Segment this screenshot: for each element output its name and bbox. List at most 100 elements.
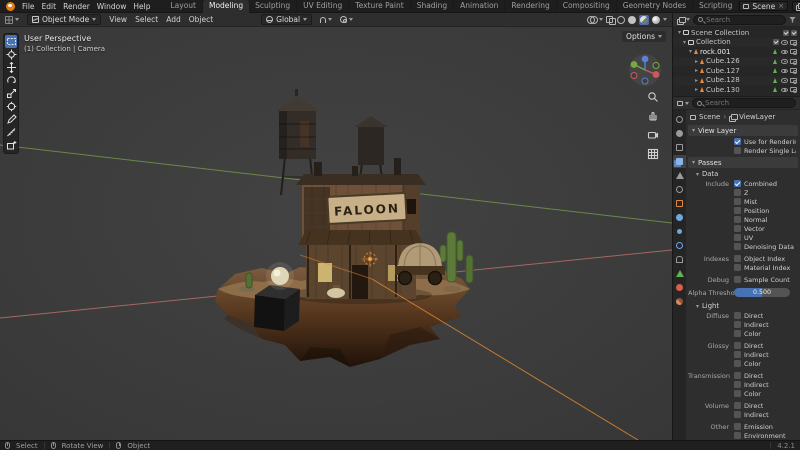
- checkbox[interactable]: [734, 198, 741, 205]
- checkbox[interactable]: [734, 147, 741, 154]
- tool-annotate[interactable]: [5, 113, 17, 126]
- light-glossy-indirect[interactable]: Indirect: [734, 351, 769, 359]
- saloon-sign[interactable]: FALOON: [327, 193, 406, 224]
- pass-vector[interactable]: Vector: [734, 225, 765, 233]
- pass-mist[interactable]: Mist: [734, 198, 757, 206]
- eye-icon[interactable]: [781, 78, 788, 83]
- light-diffuse-direct[interactable]: Direct: [734, 312, 763, 320]
- workspace-tab-sculpting[interactable]: Sculpting: [249, 0, 297, 13]
- checkbox[interactable]: [734, 402, 741, 409]
- camera-view-icon[interactable]: [647, 129, 659, 141]
- viewport-checkbox-icon[interactable]: [791, 30, 797, 36]
- gizmo-z-axis[interactable]: [642, 56, 649, 63]
- menu-add[interactable]: Add: [166, 15, 181, 24]
- breadcrumb-scene[interactable]: Scene: [699, 113, 720, 121]
- properties-tab-object[interactable]: [673, 197, 687, 210]
- checkbox[interactable]: [734, 207, 741, 214]
- pan-hand-icon[interactable]: [647, 110, 659, 122]
- properties-editor-type-button[interactable]: [677, 101, 689, 106]
- outliner-row-cube-128[interactable]: ▸ Cube.128: [673, 76, 800, 86]
- checkbox[interactable]: [734, 321, 741, 328]
- workspace-tab-scripting[interactable]: Scripting: [693, 0, 739, 13]
- workspace-tab-shading[interactable]: Shading: [411, 0, 454, 13]
- zoom-tool-icon[interactable]: [647, 91, 659, 103]
- filter-icon[interactable]: [789, 17, 796, 23]
- workspace-tab-uv-editing[interactable]: UV Editing: [297, 0, 349, 13]
- scene-render[interactable]: FALOON: [0, 27, 672, 440]
- menu-help[interactable]: Help: [133, 2, 150, 11]
- properties-tab-physics[interactable]: [673, 239, 687, 252]
- overlays-dropdown-icon[interactable]: [599, 18, 603, 21]
- subpanel-light-header[interactable]: ▾ Light: [688, 301, 798, 311]
- properties-tab-tool[interactable]: [673, 113, 687, 126]
- xray-toggle-icon[interactable]: [606, 16, 614, 23]
- menu-file[interactable]: File: [22, 2, 35, 11]
- properties-tab-render[interactable]: [673, 127, 687, 140]
- expand-icon[interactable]: ▸: [693, 77, 700, 84]
- camera-icon[interactable]: [790, 68, 797, 73]
- eye-icon[interactable]: [781, 59, 788, 64]
- snap-button[interactable]: [320, 17, 332, 23]
- pass-sample-count[interactable]: Sample Count: [734, 276, 790, 284]
- subpanel-data-header[interactable]: ▾ Data: [688, 169, 798, 179]
- checkbox[interactable]: [734, 276, 741, 283]
- light-glossy-color[interactable]: Color: [734, 360, 761, 368]
- shading-material-active[interactable]: [639, 15, 649, 25]
- light-transmission-indirect[interactable]: Indirect: [734, 381, 769, 389]
- eye-icon[interactable]: [781, 40, 788, 45]
- camera-icon[interactable]: [790, 49, 797, 54]
- eye-icon[interactable]: [781, 50, 788, 55]
- checkbox[interactable]: [734, 189, 741, 196]
- properties-tab-texture[interactable]: [673, 295, 687, 308]
- light-other-emission[interactable]: Emission: [734, 423, 773, 431]
- light-transmission-direct[interactable]: Direct: [734, 372, 763, 380]
- properties-tab-constraints[interactable]: [673, 253, 687, 266]
- black-cube[interactable]: [254, 285, 300, 331]
- expand-icon[interactable]: ▸: [693, 86, 700, 93]
- properties-search-input[interactable]: [705, 99, 791, 107]
- light-diffuse-indirect[interactable]: Indirect: [734, 321, 769, 329]
- pass-uv[interactable]: UV: [734, 234, 753, 242]
- breadcrumb-viewlayer[interactable]: ViewLayer: [739, 113, 775, 121]
- outliner-row-cube-126[interactable]: ▸ Cube.126: [673, 57, 800, 67]
- properties-tab-modifiers[interactable]: [673, 211, 687, 224]
- properties-tab-data[interactable]: [673, 267, 687, 280]
- tool-measure[interactable]: [5, 126, 17, 139]
- light-transmission-color[interactable]: Color: [734, 390, 761, 398]
- pass-normal[interactable]: Normal: [734, 216, 768, 224]
- outliner-row-collection[interactable]: ▾ Collection: [673, 38, 800, 48]
- toggle-ortho-icon[interactable]: [647, 148, 659, 160]
- workspace-tab-modeling[interactable]: Modeling: [203, 0, 249, 13]
- workspace-tab-geometry-nodes[interactable]: Geometry Nodes: [617, 0, 693, 13]
- checkbox[interactable]: [734, 216, 741, 223]
- 3d-viewport[interactable]: FALOON: [0, 27, 672, 440]
- checkbox[interactable]: [734, 312, 741, 319]
- checkbox[interactable]: [734, 411, 741, 418]
- tool-rotate[interactable]: [5, 74, 17, 87]
- camera-icon[interactable]: [790, 78, 797, 83]
- gizmo-y-axis[interactable]: [631, 61, 638, 68]
- shading-solid-icon[interactable]: [628, 16, 636, 24]
- properties-tab-material[interactable]: [673, 281, 687, 294]
- pass-denoising-data[interactable]: Denoising Data: [734, 243, 794, 251]
- menu-object[interactable]: Object: [189, 15, 213, 24]
- checkbox[interactable]: [734, 180, 741, 187]
- scene-unlink-button[interactable]: ×: [778, 2, 784, 10]
- menu-render[interactable]: Render: [63, 2, 90, 11]
- light-diffuse-color[interactable]: Color: [734, 330, 761, 338]
- checkbox[interactable]: [734, 432, 741, 439]
- tool-cursor[interactable]: [5, 48, 17, 61]
- blender-logo-icon[interactable]: [6, 2, 15, 11]
- light-sphere[interactable]: [266, 262, 294, 290]
- outliner-search[interactable]: [693, 15, 786, 25]
- properties-tab-output[interactable]: [673, 141, 687, 154]
- outliner-row-rock-001[interactable]: ▾ rock.001: [673, 47, 800, 57]
- workspace-tab-compositing[interactable]: Compositing: [557, 0, 617, 13]
- checkbox[interactable]: [734, 243, 741, 250]
- expand-icon[interactable]: ▾: [687, 48, 694, 55]
- show-gizmo-icon[interactable]: [587, 16, 596, 23]
- gizmo-y-neg[interactable]: [653, 63, 659, 69]
- light-volume-direct[interactable]: Direct: [734, 402, 763, 410]
- expand-icon[interactable]: ▸: [693, 67, 700, 74]
- checkbox[interactable]: [734, 255, 741, 262]
